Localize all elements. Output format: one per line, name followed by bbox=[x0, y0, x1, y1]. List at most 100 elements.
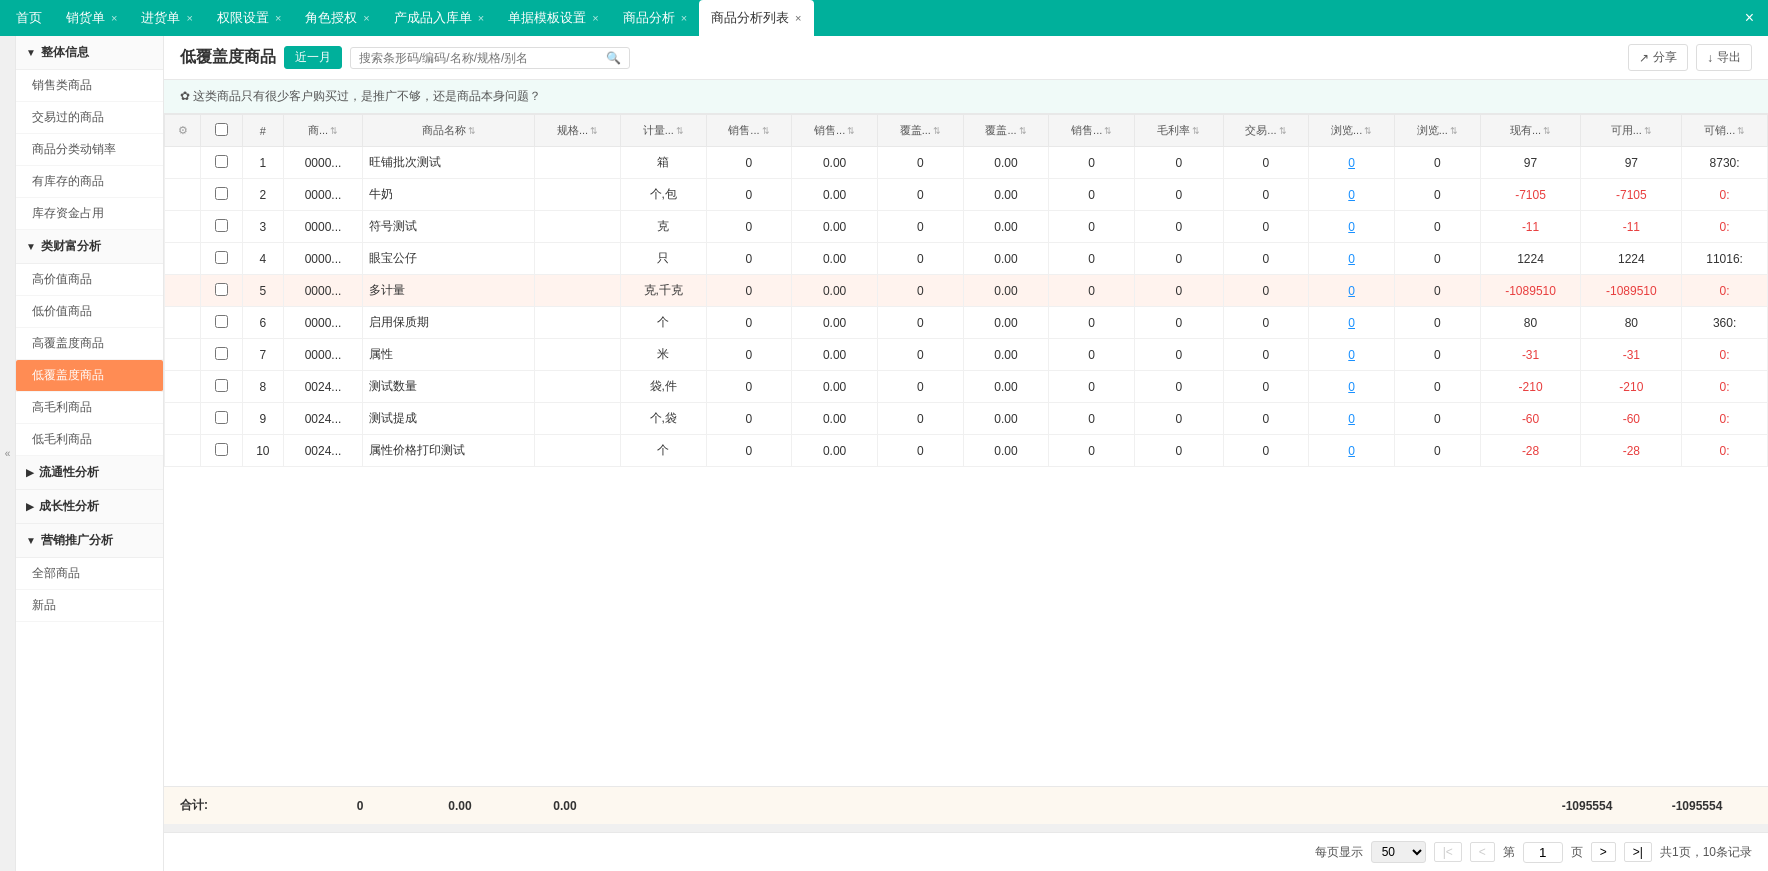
cell-browse1[interactable]: 0 bbox=[1309, 243, 1395, 275]
last-page-button[interactable]: >| bbox=[1624, 842, 1652, 862]
table-scroll-area[interactable]: ⚙ # 商...⇅ 商品名称⇅ 规格...⇅ 计量...⇅ 销售...⇅ 销售.… bbox=[164, 114, 1768, 786]
sidebar-item-sales-rate[interactable]: 商品分类动销率 bbox=[16, 134, 163, 166]
cell-browse1[interactable]: 0 bbox=[1309, 339, 1395, 371]
export-icon: ↓ bbox=[1707, 51, 1713, 65]
cell-checkbox[interactable] bbox=[201, 435, 242, 467]
cell-checkbox[interactable] bbox=[201, 243, 242, 275]
sidebar-section-marketing-analysis[interactable]: ▼ 营销推广分析 bbox=[16, 524, 163, 558]
sidebar-item-fund-usage[interactable]: 库存资金占用 bbox=[16, 198, 163, 230]
cell-browse1[interactable]: 0 bbox=[1309, 179, 1395, 211]
cell-checkbox[interactable] bbox=[201, 275, 242, 307]
cell-browse1[interactable]: 0 bbox=[1309, 435, 1395, 467]
tab-analysislist[interactable]: 商品分析列表 × bbox=[699, 0, 813, 36]
th-browse2[interactable]: 浏览...⇅ bbox=[1394, 115, 1480, 147]
th-available[interactable]: 可用...⇅ bbox=[1581, 115, 1682, 147]
sidebar-item-high-profit[interactable]: 高毛利商品 bbox=[16, 392, 163, 424]
tab-home[interactable]: 首页 bbox=[4, 0, 54, 36]
th-coverage2[interactable]: 覆盖...⇅ bbox=[963, 115, 1049, 147]
th-sales-amt[interactable]: 销售...⇅ bbox=[792, 115, 878, 147]
sidebar-item-low-coverage[interactable]: 低覆盖度商品 bbox=[16, 360, 163, 392]
sidebar-item-all-goods[interactable]: 全部商品 bbox=[16, 558, 163, 590]
tab-roleperms[interactable]: 角色授权 × bbox=[293, 0, 381, 36]
per-page-select[interactable]: 50 20 100 bbox=[1371, 841, 1426, 863]
tab-sales[interactable]: 销货单 × bbox=[54, 0, 129, 36]
th-browse1[interactable]: 浏览...⇅ bbox=[1309, 115, 1395, 147]
next-page-button[interactable]: > bbox=[1591, 842, 1616, 862]
close-analysislist-icon[interactable]: × bbox=[795, 12, 801, 24]
sidebar-item-traded-goods[interactable]: 交易过的商品 bbox=[16, 102, 163, 134]
sidebar-item-high-coverage[interactable]: 高覆盖度商品 bbox=[16, 328, 163, 360]
cell-browse1[interactable]: 0 bbox=[1309, 403, 1395, 435]
th-checkbox[interactable] bbox=[201, 115, 242, 147]
close-roleperms-icon[interactable]: × bbox=[363, 12, 369, 24]
close-productentry-icon[interactable]: × bbox=[478, 12, 484, 24]
cell-browse1[interactable]: 0 bbox=[1309, 307, 1395, 339]
close-analysis-icon[interactable]: × bbox=[681, 12, 687, 24]
sidebar-item-new-goods[interactable]: 新品 bbox=[16, 590, 163, 622]
page-input[interactable] bbox=[1523, 842, 1563, 863]
tab-productentry[interactable]: 产成品入库单 × bbox=[382, 0, 496, 36]
horizontal-scrollbar[interactable] bbox=[164, 824, 1768, 832]
select-all-checkbox[interactable] bbox=[215, 123, 228, 136]
th-code[interactable]: 商...⇅ bbox=[284, 115, 363, 147]
tab-analysis[interactable]: 商品分析 × bbox=[611, 0, 699, 36]
close-permissions-icon[interactable]: × bbox=[275, 12, 281, 24]
th-settings[interactable]: ⚙ bbox=[165, 115, 201, 147]
cell-browse1[interactable]: 0 bbox=[1309, 211, 1395, 243]
sidebar-section-flow-analysis[interactable]: ▶ 流通性分析 bbox=[16, 456, 163, 490]
cell-saleable: 0: bbox=[1682, 339, 1768, 371]
cell-browse1[interactable]: 0 bbox=[1309, 147, 1395, 179]
cell-coverage2: 0.00 bbox=[963, 371, 1049, 403]
sidebar-item-high-value[interactable]: 高价值商品 bbox=[16, 264, 163, 296]
close-templates-icon[interactable]: × bbox=[592, 12, 598, 24]
sidebar-item-low-value[interactable]: 低价值商品 bbox=[16, 296, 163, 328]
th-saleable[interactable]: 可销...⇅ bbox=[1682, 115, 1768, 147]
tab-templates[interactable]: 单据模板设置 × bbox=[496, 0, 610, 36]
tab-roleperms-label: 角色授权 bbox=[305, 9, 357, 27]
sidebar-item-low-profit[interactable]: 低毛利商品 bbox=[16, 424, 163, 456]
tab-permissions[interactable]: 权限设置 × bbox=[205, 0, 293, 36]
th-name[interactable]: 商品名称⇅ bbox=[362, 115, 534, 147]
sidebar-section-growth-analysis[interactable]: ▶ 成长性分析 bbox=[16, 490, 163, 524]
cell-browse1[interactable]: 0 bbox=[1309, 371, 1395, 403]
th-sales-qty[interactable]: 销售...⇅ bbox=[706, 115, 792, 147]
sidebar-item-sales-goods[interactable]: 销售类商品 bbox=[16, 70, 163, 102]
th-gross-rate[interactable]: 毛利率⇅ bbox=[1135, 115, 1224, 147]
prev-page-button[interactable]: < bbox=[1470, 842, 1495, 862]
sidebar-collapse-button[interactable]: « bbox=[0, 36, 16, 871]
sidebar-section-value-analysis[interactable]: ▼ 类财富分析 bbox=[16, 230, 163, 264]
cell-checkbox[interactable] bbox=[201, 147, 242, 179]
date-filter-button[interactable]: 近一月 bbox=[284, 46, 342, 69]
table-row: 6 0000... 启用保质期 个 0 0.00 0 0.00 0 0 0 0 … bbox=[165, 307, 1768, 339]
close-sales-icon[interactable]: × bbox=[111, 12, 117, 24]
close-purchase-icon[interactable]: × bbox=[186, 12, 192, 24]
cell-checkbox[interactable] bbox=[201, 211, 242, 243]
tab-purchase[interactable]: 进货单 × bbox=[129, 0, 204, 36]
cell-checkbox[interactable] bbox=[201, 339, 242, 371]
cell-unit: 克,千克 bbox=[620, 275, 706, 307]
th-unit[interactable]: 计量...⇅ bbox=[620, 115, 706, 147]
window-close-button[interactable]: × bbox=[1735, 9, 1764, 27]
th-coverage1[interactable]: 覆盖...⇅ bbox=[877, 115, 963, 147]
search-input[interactable] bbox=[359, 51, 602, 65]
cell-code: 0000... bbox=[284, 307, 363, 339]
search-icon[interactable]: 🔍 bbox=[606, 51, 621, 65]
share-button[interactable]: ↗ 分享 bbox=[1628, 44, 1688, 71]
cell-browse1[interactable]: 0 bbox=[1309, 275, 1395, 307]
th-spec[interactable]: 规格...⇅ bbox=[535, 115, 621, 147]
th-current[interactable]: 现有...⇅ bbox=[1480, 115, 1581, 147]
th-trade[interactable]: 交易...⇅ bbox=[1223, 115, 1309, 147]
cell-checkbox[interactable] bbox=[201, 307, 242, 339]
sidebar-item-in-stock[interactable]: 有库存的商品 bbox=[16, 166, 163, 198]
first-page-button[interactable]: |< bbox=[1434, 842, 1462, 862]
export-button[interactable]: ↓ 导出 bbox=[1696, 44, 1752, 71]
cell-checkbox[interactable] bbox=[201, 371, 242, 403]
cell-name: 符号测试 bbox=[362, 211, 534, 243]
cell-unit: 个 bbox=[620, 307, 706, 339]
sidebar-section-general[interactable]: ▼ 整体信息 bbox=[16, 36, 163, 70]
cell-checkbox[interactable] bbox=[201, 403, 242, 435]
tab-templates-label: 单据模板设置 bbox=[508, 9, 586, 27]
cell-sales-qty: 0 bbox=[706, 147, 792, 179]
th-sales3[interactable]: 销售...⇅ bbox=[1049, 115, 1135, 147]
cell-checkbox[interactable] bbox=[201, 179, 242, 211]
